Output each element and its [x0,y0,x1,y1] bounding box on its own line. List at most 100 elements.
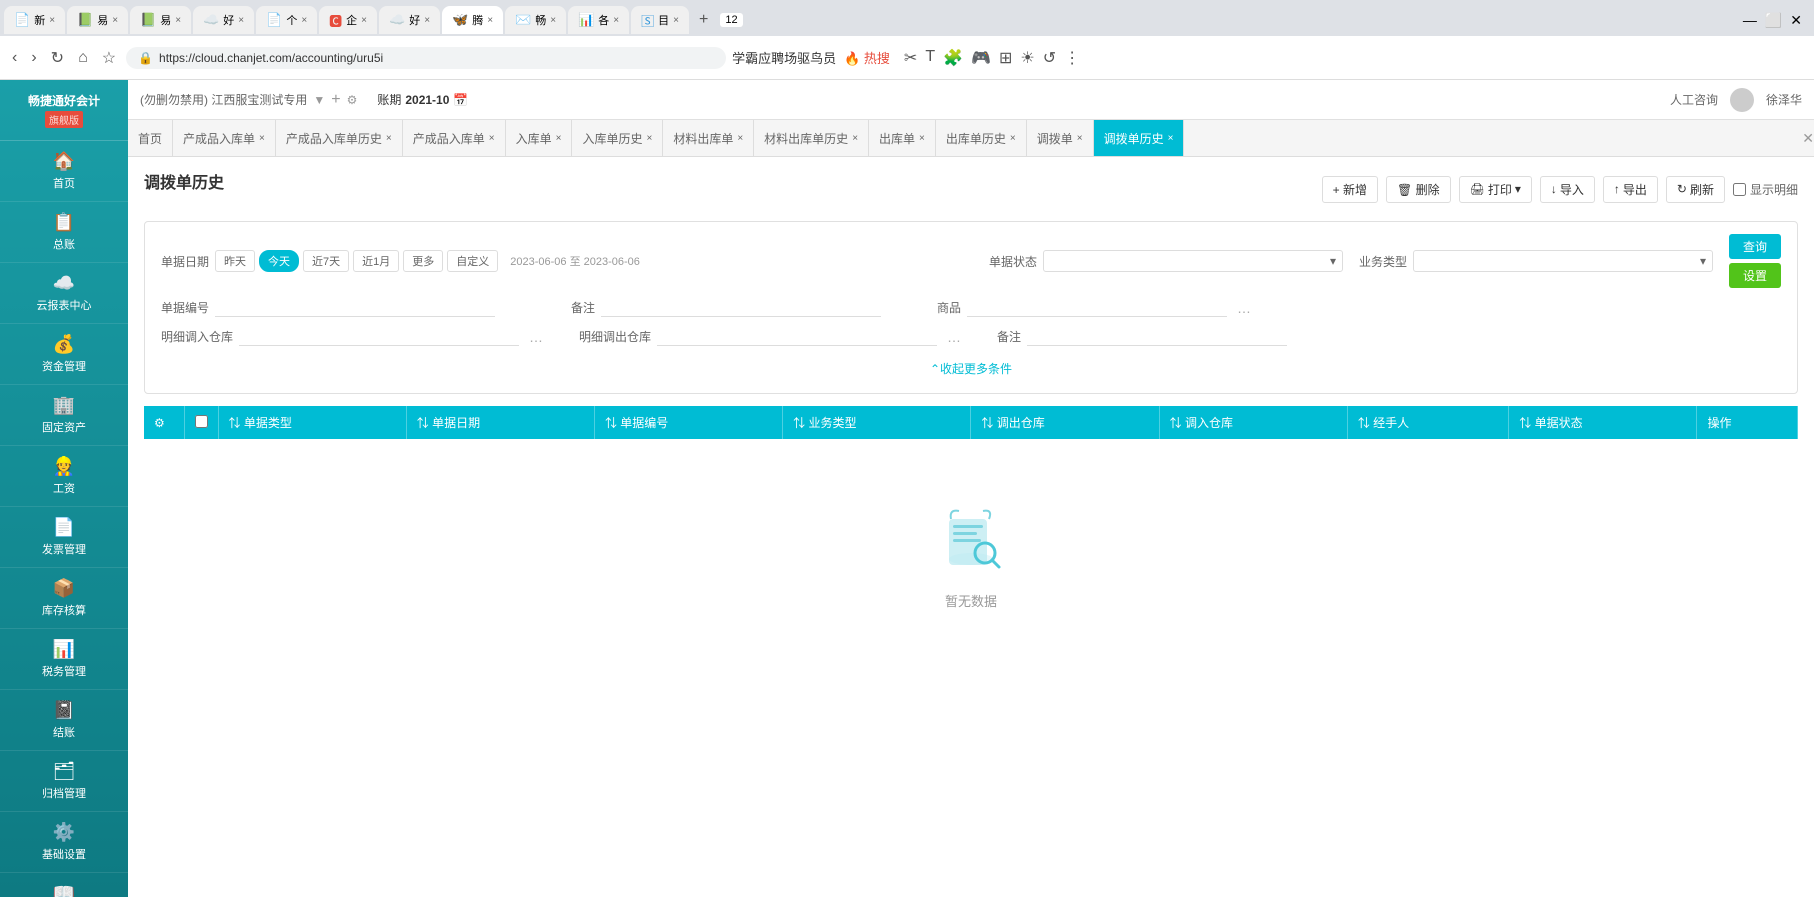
note2-input[interactable] [1027,327,1287,346]
menu-icon[interactable]: ⋮ [1064,48,1080,68]
goods-ellipsis[interactable]: … [1237,300,1251,316]
tab-close-9[interactable]: × [550,15,556,26]
date-btn-today[interactable]: 今天 [259,250,299,272]
select-all-checkbox[interactable] [195,415,208,428]
browser-tab-4[interactable]: ☁️ 好 × [193,6,254,34]
new-tab-button[interactable]: + [691,9,716,31]
sidebar-item-home[interactable]: 🏠 首页 [0,141,128,202]
tab-outbound-history[interactable]: 出库单历史 × [936,120,1027,156]
tab-close-3[interactable]: × [175,15,181,26]
tab-close-7[interactable]: × [424,15,430,26]
th-out-warehouse[interactable]: ⇅ 调出仓库 [971,406,1159,439]
date-btn-7days[interactable]: 近7天 [303,250,349,272]
tab-outbound[interactable]: 出库单 × [869,120,936,156]
browser-tab-10[interactable]: 📊 各 × [568,6,629,34]
tab-close-active[interactable]: × [487,15,493,26]
sidebar-item-cloud-report[interactable]: ☁️ 云报表中心 [0,263,128,324]
detail-in-ellipsis[interactable]: … [529,329,543,345]
browser-tab-7[interactable]: ☁️ 好 × [379,6,440,34]
tab-x-5[interactable]: × [646,133,652,144]
th-number[interactable]: ⇅ 单据编号 [594,406,782,439]
tab-close-5[interactable]: × [301,15,307,26]
th-date[interactable]: ⇅ 单据日期 [406,406,594,439]
extension-icon[interactable]: 🧩 [943,48,963,68]
show-detail-checkbox[interactable] [1733,183,1746,196]
tab-x[interactable]: × [259,133,265,144]
settings-btn[interactable]: 设置 [1729,263,1781,288]
sidebar-item-fixed-asset[interactable]: 🏢 固定资产 [0,385,128,446]
tab-x-6[interactable]: × [737,133,743,144]
import-btn[interactable]: ↓ 导入 [1540,176,1595,203]
th-checkbox[interactable] [184,406,218,439]
browser-tab-1[interactable]: 📄 新 × [4,6,65,34]
sidebar-item-inventory[interactable]: 📦 库存核算 [0,568,128,629]
game-icon[interactable]: 🎮 [971,48,991,68]
th-status[interactable]: ⇅ 单据状态 [1509,406,1697,439]
tab-x-11[interactable]: × [1168,133,1174,144]
note-input[interactable] [601,298,881,317]
close-all-tabs-button[interactable]: ✕ [1802,130,1814,147]
date-btn-1month[interactable]: 近1月 [353,250,399,272]
sidebar-item-invoice[interactable]: 📄 发票管理 [0,507,128,568]
forward-button[interactable]: › [27,47,40,69]
add-company-btn[interactable]: + [331,91,340,109]
service-btn[interactable]: 人工咨询 [1670,91,1718,108]
tab-x-9[interactable]: × [1010,133,1016,144]
calendar-icon[interactable]: 📅 [453,93,468,107]
settings-company-btn[interactable]: ⚙ [347,93,358,107]
address-bar[interactable]: 🔒 https://cloud.chanjet.com/accounting/u… [126,47,726,69]
tab-x-2[interactable]: × [386,133,392,144]
th-settings[interactable]: ⚙ [144,406,184,439]
sidebar-item-tax[interactable]: 📊 税务管理 [0,629,128,690]
date-btn-yesterday[interactable]: 昨天 [215,250,255,272]
browser-tab-6[interactable]: 🅲 企 × [319,6,377,34]
tab-transfer[interactable]: 调拨单 × [1027,120,1094,156]
status-select[interactable]: ▾ [1043,250,1343,272]
tab-inbound[interactable]: 入库单 × [506,120,573,156]
tab-x-4[interactable]: × [556,133,562,144]
grid-icon[interactable]: ⊞ [999,48,1012,68]
date-btn-custom[interactable]: 自定义 [447,250,498,272]
browser-tab-active[interactable]: 🦋 腾 × [442,6,503,34]
date-btn-more[interactable]: 更多 [403,250,443,272]
maximize-button[interactable]: ⬜ [1765,12,1782,29]
tab-material-out[interactable]: 材料出库单 × [663,120,754,156]
sidebar-item-settings[interactable]: ⚙️ 基础设置 [0,812,128,873]
tab-close-2[interactable]: × [112,15,118,26]
tab-product-inbound-history[interactable]: 产成品入库单历史 × [276,120,403,156]
biz-type-select[interactable]: ▾ [1413,250,1713,272]
tab-transfer-history[interactable]: 调拨单历史 × [1094,120,1185,156]
goods-input[interactable] [967,298,1227,317]
query-btn[interactable]: 查询 [1729,234,1781,259]
sidebar-item-payroll[interactable]: 👷 工资 [0,446,128,507]
tab-material-out-history[interactable]: 材料出库单历史 × [754,120,869,156]
bookmark-button[interactable]: ☆ [98,46,120,70]
th-biz-type[interactable]: ⇅ 业务类型 [783,406,971,439]
close-button[interactable]: ✕ [1790,12,1802,29]
back-button[interactable]: ‹ [8,47,21,69]
tab-x-10[interactable]: × [1077,133,1083,144]
browser-tab-2[interactable]: 📗 易 × [67,6,128,34]
th-type[interactable]: ⇅ 单据类型 [218,406,406,439]
refresh-btn[interactable]: ↻ 刷新 [1666,176,1725,203]
tab-close-1[interactable]: × [49,15,55,26]
minimize-button[interactable]: — [1743,12,1757,28]
detail-in-input[interactable] [239,327,519,346]
tab-close-10[interactable]: × [613,15,619,26]
translate-icon[interactable]: T [925,48,935,68]
tab-home[interactable]: 首页 [128,120,173,156]
detail-out-input[interactable] [657,327,937,346]
th-handler[interactable]: ⇅ 经手人 [1347,406,1508,439]
tab-x-8[interactable]: × [919,133,925,144]
tab-inbound-history[interactable]: 入库单历史 × [572,120,663,156]
sidebar-item-fund[interactable]: 💰 资金管理 [0,324,128,385]
home-button[interactable]: ⌂ [74,47,92,69]
sidebar-item-guide[interactable]: 📖 新手引导 [0,873,128,897]
new-btn[interactable]: + 新增 [1322,176,1378,203]
sidebar-item-archive[interactable]: 🗂 归档管理 [0,751,128,812]
detail-out-ellipsis[interactable]: … [947,329,961,345]
sidebar-item-ledger[interactable]: 📋 总账 [0,202,128,263]
tab-product-inbound-2[interactable]: 产成品入库单 × [403,120,506,156]
dropdown-icon[interactable]: ▼ [313,93,325,107]
browser-tab-3[interactable]: 📗 易 × [130,6,191,34]
